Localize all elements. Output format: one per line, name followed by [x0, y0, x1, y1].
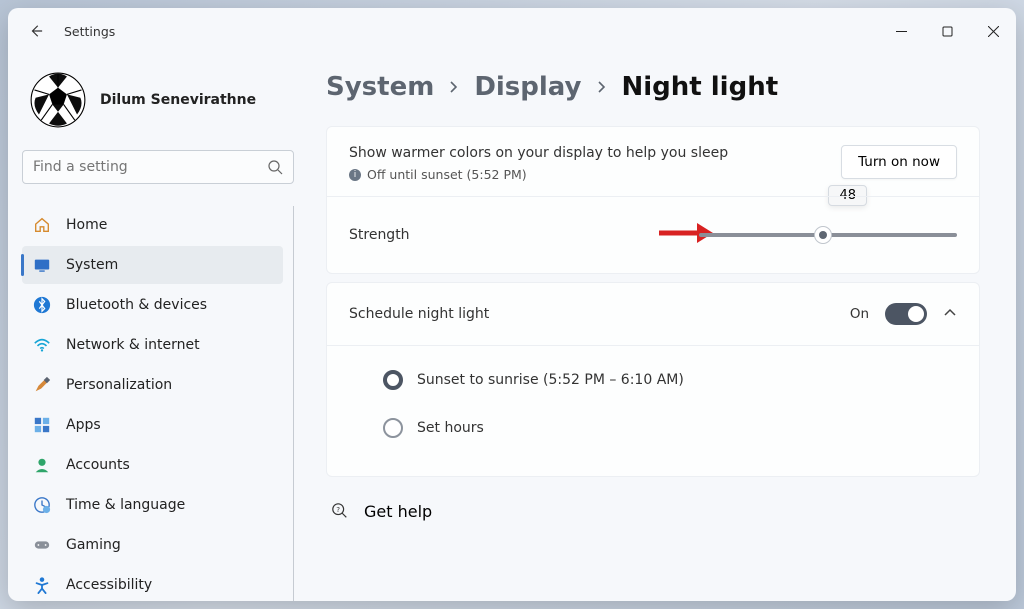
turn-on-button[interactable]: Turn on now: [841, 145, 957, 179]
radio-sethours-label: Set hours: [417, 420, 484, 436]
radio-sethours[interactable]: Set hours: [383, 404, 957, 452]
nav-label: Personalization: [66, 377, 172, 393]
get-help-link[interactable]: ? Get help: [326, 485, 980, 537]
strength-row: Strength: [327, 196, 979, 273]
maximize-button[interactable]: [924, 8, 970, 54]
wifi-icon: [32, 335, 52, 355]
collapse-button[interactable]: [943, 305, 957, 324]
nav-label: Time & language: [66, 497, 185, 513]
night-light-panel: Show warmer colors on your display to he…: [326, 126, 980, 274]
nav-accounts[interactable]: Accounts: [22, 446, 283, 484]
radio-selected-icon: [383, 370, 403, 390]
avatar: [30, 72, 86, 128]
breadcrumb-current: Night light: [622, 72, 779, 102]
info-icon: i: [349, 169, 361, 181]
brush-icon: [32, 375, 52, 395]
nav-label: System: [66, 257, 118, 273]
nav-label: Apps: [66, 417, 101, 433]
nav-time[interactable]: Time & language: [22, 486, 283, 524]
accessibility-icon: [32, 575, 52, 595]
apps-icon: [32, 415, 52, 435]
system-icon: [32, 255, 52, 275]
help-icon: ?: [330, 501, 350, 521]
chevron-up-icon: [943, 306, 957, 320]
radio-unselected-icon: [383, 418, 403, 438]
schedule-state: On: [850, 306, 869, 322]
hero-section: Show warmer colors on your display to he…: [327, 127, 979, 196]
breadcrumb-system[interactable]: System: [326, 72, 434, 102]
gaming-icon: [32, 535, 52, 555]
window-title: Settings: [64, 24, 115, 39]
accounts-icon: [32, 455, 52, 475]
nav-bluetooth[interactable]: Bluetooth & devices: [22, 286, 283, 324]
close-button[interactable]: [970, 8, 1016, 54]
status-text: Off until sunset (5:52 PM): [367, 167, 527, 182]
time-icon: [32, 495, 52, 515]
nav-accessibility[interactable]: Accessibility: [22, 566, 283, 601]
profile-name: Dilum Senevirathne: [100, 92, 256, 108]
hero-status: i Off until sunset (5:52 PM): [349, 167, 728, 182]
profile[interactable]: Dilum Senevirathne: [22, 58, 294, 150]
titlebar: Settings: [8, 8, 1016, 54]
schedule-label: Schedule night light: [349, 306, 489, 322]
nav-list: Home System Bluetooth & devices Network …: [22, 206, 294, 601]
strength-slider[interactable]: [699, 233, 957, 237]
search-icon: [267, 159, 283, 175]
window-buttons: [878, 8, 1016, 54]
schedule-toggle[interactable]: [885, 303, 927, 325]
nav-personalization[interactable]: Personalization: [22, 366, 283, 404]
minimize-button[interactable]: [878, 8, 924, 54]
search-input[interactable]: [33, 159, 267, 175]
radio-sunset-label: Sunset to sunrise (5:52 PM – 6:10 AM): [417, 372, 684, 388]
hero-description: Show warmer colors on your display to he…: [349, 145, 728, 161]
search-box[interactable]: [22, 150, 294, 184]
sidebar: Dilum Senevirathne Home System Bluetooth…: [8, 54, 308, 601]
settings-window: Settings Dilum Senevirathne: [8, 8, 1016, 601]
nav-label: Home: [66, 217, 107, 233]
main-content: System Display Night light Show warmer c…: [308, 54, 1016, 601]
nav-label: Network & internet: [66, 337, 200, 353]
avatar-soccer-icon: [30, 72, 86, 128]
help-label: Get help: [364, 502, 432, 521]
nav-home[interactable]: Home: [22, 206, 283, 244]
nav-apps[interactable]: Apps: [22, 406, 283, 444]
nav-label: Gaming: [66, 537, 121, 553]
nav-label: Accounts: [66, 457, 130, 473]
bluetooth-icon: [32, 295, 52, 315]
back-arrow-icon: [29, 24, 43, 38]
nav-label: Bluetooth & devices: [66, 297, 207, 313]
home-icon: [32, 215, 52, 235]
nav-network[interactable]: Network & internet: [22, 326, 283, 364]
svg-text:?: ?: [336, 505, 340, 514]
breadcrumb: System Display Night light: [326, 72, 980, 102]
chevron-right-icon: [448, 81, 460, 93]
schedule-panel: Schedule night light On Sunset to sunris…: [326, 282, 980, 477]
strength-label: Strength: [349, 227, 689, 243]
breadcrumb-display[interactable]: Display: [474, 72, 581, 102]
chevron-right-icon: [596, 81, 608, 93]
nav-gaming[interactable]: Gaming: [22, 526, 283, 564]
schedule-header[interactable]: Schedule night light On: [327, 283, 979, 345]
back-button[interactable]: [22, 17, 50, 45]
nav-label: Accessibility: [66, 577, 152, 593]
radio-sunset[interactable]: Sunset to sunrise (5:52 PM – 6:10 AM): [383, 356, 957, 404]
slider-thumb[interactable]: [814, 226, 832, 244]
nav-system[interactable]: System: [22, 246, 283, 284]
schedule-options: Sunset to sunrise (5:52 PM – 6:10 AM) Se…: [327, 345, 979, 476]
